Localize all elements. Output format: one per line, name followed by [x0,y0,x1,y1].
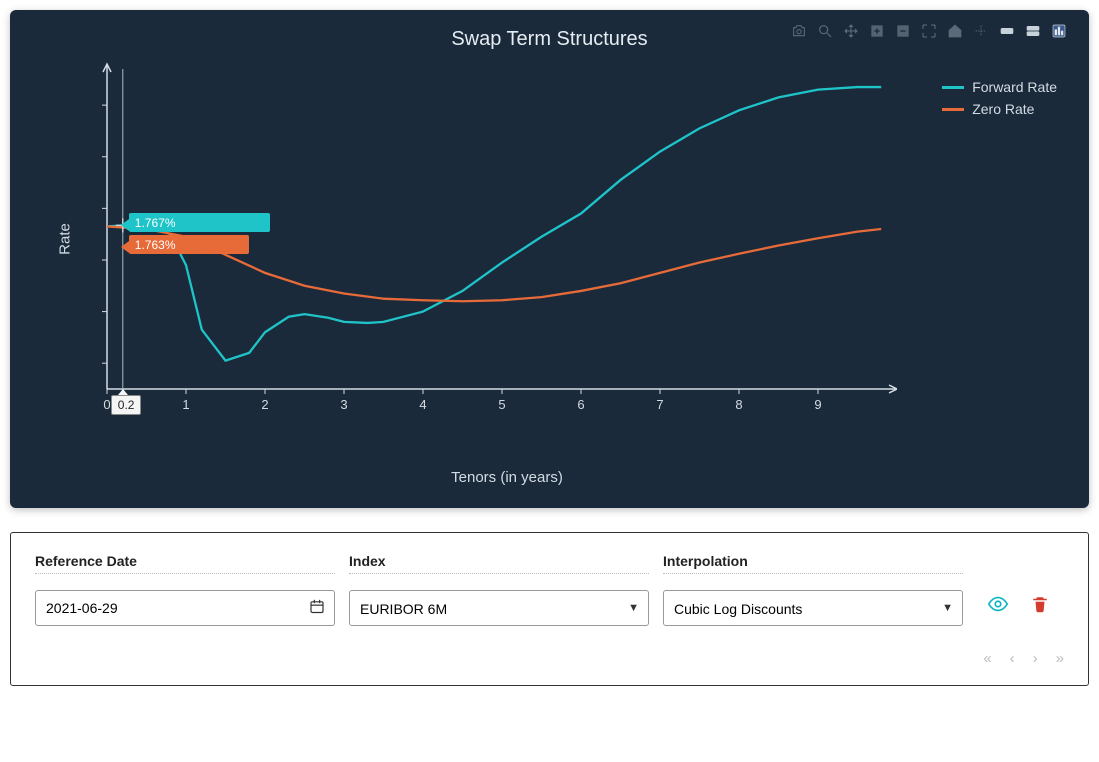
zoom-icon[interactable] [815,22,835,40]
plotly-logo-icon[interactable] [1049,22,1069,40]
interpolation-select[interactable]: Cubic Log Discounts [663,590,963,626]
plot-area[interactable]: Rate 01234567891.50%1.60%1.70%1.80%1.90%… [97,59,917,419]
pager-next-icon[interactable]: › [1033,650,1038,667]
reference-date-input[interactable] [35,590,335,626]
hover-value-label: 1.767%Forward Rate [129,213,270,232]
home-icon[interactable] [945,22,965,40]
svg-text:0: 0 [103,397,110,412]
svg-text:2: 2 [261,397,268,412]
svg-text:1: 1 [182,397,189,412]
autoscale-icon[interactable] [919,22,939,40]
legend-swatch [942,86,964,89]
legend: Forward Rate Zero Rate [942,79,1057,123]
legend-swatch [942,108,964,111]
controls-card: Reference Date Index EURIBOR 6M ▼ Interp… [10,532,1089,686]
pager-first-icon[interactable]: « [983,650,991,667]
index-select[interactable]: EURIBOR 6M [349,590,649,626]
svg-text:8: 8 [735,397,742,412]
spike-icon[interactable] [971,22,991,40]
pager-prev-icon[interactable]: ‹ [1010,650,1015,667]
hover-x-label: 0.2 [111,395,142,415]
svg-text:6: 6 [577,397,584,412]
chart-card: Swap Term Structures Rate 01234567891.50… [10,10,1089,508]
camera-icon[interactable] [789,22,809,40]
hover-value-label: 1.763%Zero Rate [129,235,250,254]
trash-icon[interactable] [1031,595,1049,618]
legend-item[interactable]: Forward Rate [942,79,1057,95]
svg-text:9: 9 [814,397,821,412]
legend-item[interactable]: Zero Rate [942,101,1057,117]
legend-label: Zero Rate [972,101,1034,117]
zoom-in-icon[interactable] [867,22,887,40]
svg-text:7: 7 [656,397,663,412]
legend-label: Forward Rate [972,79,1057,95]
index-label: Index [349,553,649,574]
interpolation-label: Interpolation [663,553,963,574]
hover-closest-icon[interactable] [997,22,1017,40]
eye-icon[interactable] [987,593,1009,620]
hover-compare-icon[interactable] [1023,22,1043,40]
svg-text:4: 4 [419,397,426,412]
x-axis-label: Tenors (in years) [97,469,917,486]
zoom-out-icon[interactable] [893,22,913,40]
pan-icon[interactable] [841,22,861,40]
plot-toolbar [789,22,1069,40]
y-axis-label: Rate [56,223,73,255]
pager: « ‹ › » [35,650,1064,667]
row-actions [977,593,1064,626]
pager-last-icon[interactable]: » [1056,650,1064,667]
reference-date-label: Reference Date [35,553,335,574]
svg-text:3: 3 [340,397,347,412]
svg-text:5: 5 [498,397,505,412]
